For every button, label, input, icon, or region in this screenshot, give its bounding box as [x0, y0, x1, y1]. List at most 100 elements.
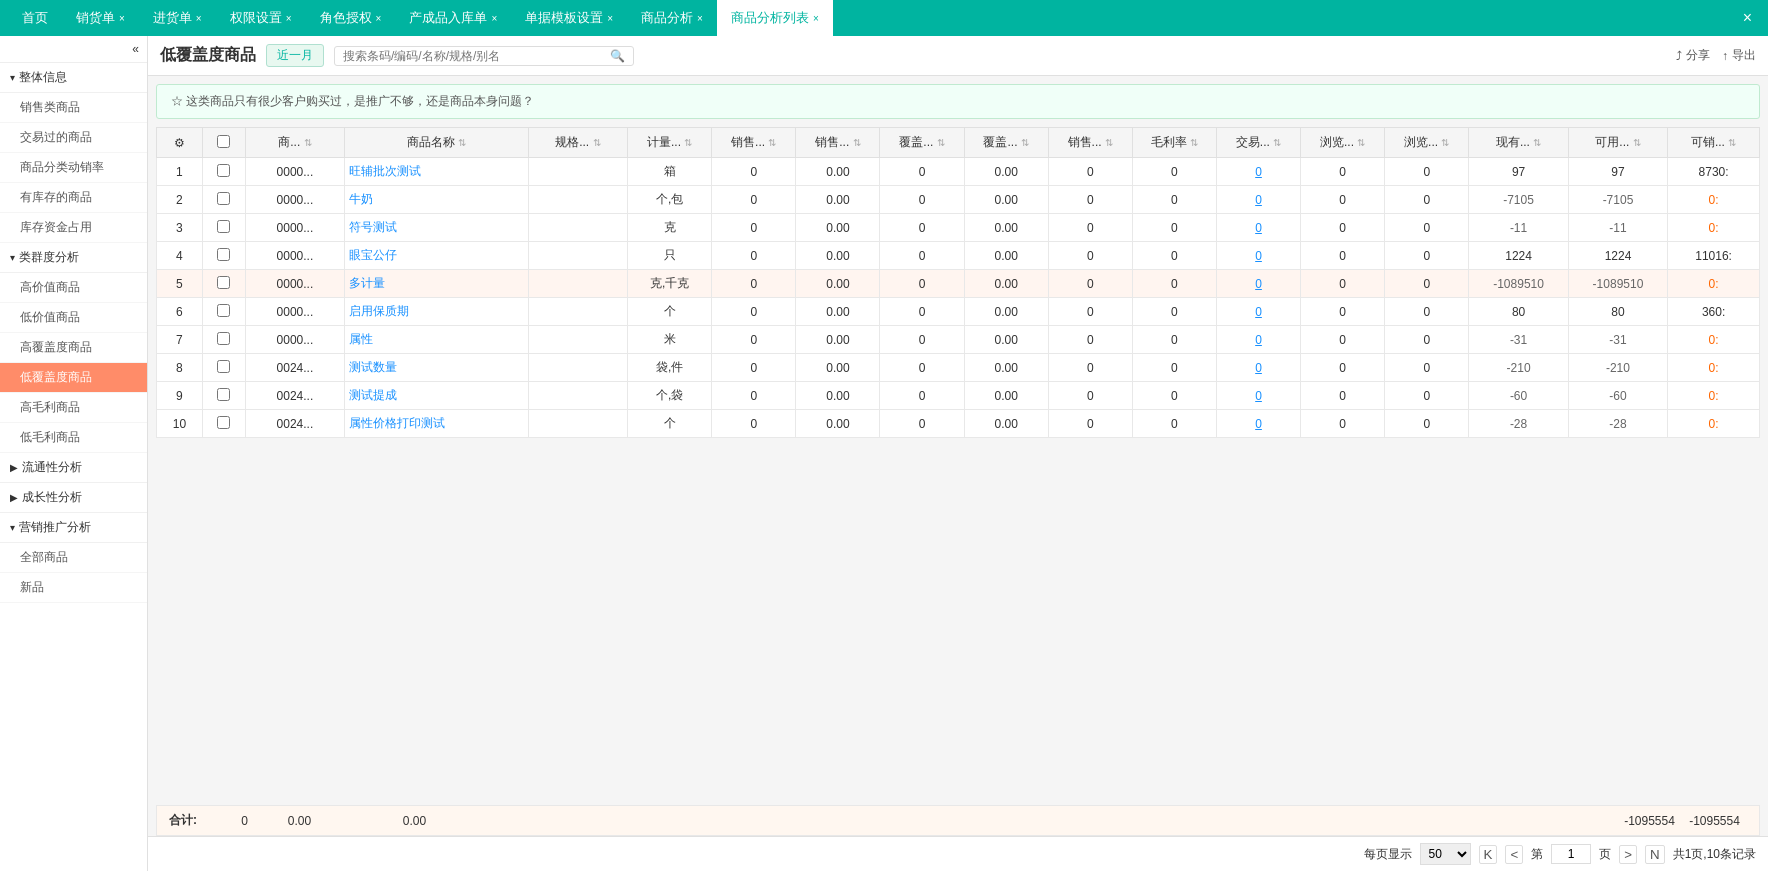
col-gear[interactable]: ⚙ — [157, 128, 203, 158]
nav-purchase-order[interactable]: 进货单 × — [139, 0, 216, 36]
export-button[interactable]: ↑ 导出 — [1722, 47, 1756, 64]
col-browse2[interactable]: 浏览... ⇅ — [1385, 128, 1469, 158]
nav-product-analysis-list[interactable]: 商品分析列表 × — [717, 0, 833, 36]
row-checkbox-cell[interactable] — [202, 158, 245, 186]
nav-role-auth-close[interactable]: × — [376, 13, 382, 24]
row-checkbox[interactable] — [217, 276, 230, 289]
nav-finished-goods[interactable]: 产成品入库单 × — [395, 0, 511, 36]
row-name[interactable]: 属性 — [345, 326, 529, 354]
sidebar-item-sales-goods[interactable]: 销售类商品 — [0, 93, 147, 123]
row-name[interactable]: 启用保质期 — [345, 298, 529, 326]
nav-sales-order[interactable]: 销货单 × — [62, 0, 139, 36]
sidebar-item-high-coverage[interactable]: 高覆盖度商品 — [0, 333, 147, 363]
sidebar-item-stocked-goods[interactable]: 有库存的商品 — [0, 183, 147, 213]
col-name[interactable]: 商品名称 ⇅ — [345, 128, 529, 158]
sidebar-collapse-button[interactable]: « — [0, 36, 147, 63]
row-checkbox[interactable] — [217, 304, 230, 317]
row-checkbox-cell[interactable] — [202, 326, 245, 354]
row-name[interactable]: 牛奶 — [345, 186, 529, 214]
row-name[interactable]: 测试提成 — [345, 382, 529, 410]
page-input[interactable] — [1551, 844, 1591, 864]
col-transaction[interactable]: 交易... ⇅ — [1216, 128, 1300, 158]
row-name[interactable]: 眼宝公仔 — [345, 242, 529, 270]
col-saleable[interactable]: 可销... ⇅ — [1668, 128, 1760, 158]
col-browse1[interactable]: 浏览... ⇅ — [1301, 128, 1385, 158]
row-name[interactable]: 属性价格打印测试 — [345, 410, 529, 438]
sidebar-item-high-profit[interactable]: 高毛利商品 — [0, 393, 147, 423]
nav-permission-settings[interactable]: 权限设置 × — [216, 0, 306, 36]
select-all-checkbox[interactable] — [217, 135, 230, 148]
sidebar-item-traded-goods[interactable]: 交易过的商品 — [0, 123, 147, 153]
next-page-button[interactable]: > — [1619, 845, 1637, 864]
col-gross-margin[interactable]: 毛利率 ⇅ — [1132, 128, 1216, 158]
nav-finished-goods-close[interactable]: × — [491, 13, 497, 24]
sidebar-item-new-goods[interactable]: 新品 — [0, 573, 147, 603]
row-no: 5 — [157, 270, 203, 298]
sidebar-section-overall[interactable]: ▾ 整体信息 — [0, 63, 147, 93]
row-checkbox-cell[interactable] — [202, 214, 245, 242]
sidebar-item-low-value[interactable]: 低价值商品 — [0, 303, 147, 333]
per-page-select[interactable]: 50 20 100 — [1420, 843, 1471, 865]
row-checkbox[interactable] — [217, 192, 230, 205]
row-available-stock: -1089510 — [1568, 270, 1667, 298]
col-spec[interactable]: 规格... ⇅ — [528, 128, 627, 158]
first-page-button[interactable]: K — [1479, 845, 1498, 864]
search-input[interactable] — [343, 49, 610, 63]
row-checkbox[interactable] — [217, 164, 230, 177]
row-checkbox[interactable] — [217, 360, 230, 373]
row-checkbox[interactable] — [217, 416, 230, 429]
row-checkbox-cell[interactable] — [202, 410, 245, 438]
row-checkbox-cell[interactable] — [202, 270, 245, 298]
row-name[interactable]: 多计量 — [345, 270, 529, 298]
sidebar-item-low-coverage[interactable]: 低覆盖度商品 — [0, 363, 147, 393]
sidebar-item-high-value[interactable]: 高价值商品 — [0, 273, 147, 303]
row-checkbox[interactable] — [217, 388, 230, 401]
col-cov1[interactable]: 覆盖... ⇅ — [880, 128, 964, 158]
row-checkbox-cell[interactable] — [202, 354, 245, 382]
sidebar-item-inventory-capital[interactable]: 库存资金占用 — [0, 213, 147, 243]
col-cov2[interactable]: 覆盖... ⇅ — [964, 128, 1048, 158]
col-available-stock[interactable]: 可用... ⇅ — [1568, 128, 1667, 158]
nav-purchase-order-close[interactable]: × — [196, 13, 202, 24]
row-gross: 0 — [1132, 354, 1216, 382]
share-button[interactable]: ⤴ 分享 — [1676, 47, 1710, 64]
sidebar-section-flow-analysis[interactable]: ▶ 流通性分析 — [0, 453, 147, 483]
col-sales-extra[interactable]: 销售... ⇅ — [1048, 128, 1132, 158]
row-checkbox-cell[interactable] — [202, 298, 245, 326]
col-code[interactable]: 商... ⇅ — [245, 128, 344, 158]
nav-product-analysis-close[interactable]: × — [697, 13, 703, 24]
sidebar-section-marketing-analysis[interactable]: ▾ 营销推广分析 — [0, 513, 147, 543]
nav-template-settings-close[interactable]: × — [607, 13, 613, 24]
row-name[interactable]: 测试数量 — [345, 354, 529, 382]
row-checkbox[interactable] — [217, 248, 230, 261]
nav-role-auth[interactable]: 角色授权 × — [306, 0, 396, 36]
row-name[interactable]: 旺辅批次测试 — [345, 158, 529, 186]
row-checkbox[interactable] — [217, 220, 230, 233]
main-layout: « ▾ 整体信息 销售类商品 交易过的商品 商品分类动销率 有库存的商品 库存资… — [0, 36, 1768, 871]
row-checkbox-cell[interactable] — [202, 186, 245, 214]
prev-page-button[interactable]: < — [1505, 845, 1523, 864]
col-unit[interactable]: 计量... ⇅ — [628, 128, 712, 158]
last-page-button[interactable]: N — [1645, 845, 1665, 864]
sidebar-item-low-profit[interactable]: 低毛利商品 — [0, 423, 147, 453]
nav-product-analysis[interactable]: 商品分析 × — [627, 0, 717, 36]
nav-product-analysis-list-close[interactable]: × — [813, 13, 819, 24]
nav-permission-settings-close[interactable]: × — [286, 13, 292, 24]
row-checkbox-cell[interactable] — [202, 382, 245, 410]
nav-template-settings[interactable]: 单据模板设置 × — [511, 0, 627, 36]
row-cov2: 0.00 — [964, 270, 1048, 298]
row-checkbox-cell[interactable] — [202, 242, 245, 270]
sidebar-item-category-rate[interactable]: 商品分类动销率 — [0, 153, 147, 183]
sidebar-section-growth-analysis[interactable]: ▶ 成长性分析 — [0, 483, 147, 513]
nav-home[interactable]: 首页 — [8, 0, 62, 36]
nav-sales-order-close[interactable]: × — [119, 13, 125, 24]
row-name[interactable]: 符号测试 — [345, 214, 529, 242]
sidebar-section-group-analysis[interactable]: ▾ 类群度分析 — [0, 243, 147, 273]
row-checkbox[interactable] — [217, 332, 230, 345]
col-sales-qty[interactable]: 销售... ⇅ — [712, 128, 796, 158]
col-sales-amt[interactable]: 销售... ⇅ — [796, 128, 880, 158]
sidebar-item-all-goods[interactable]: 全部商品 — [0, 543, 147, 573]
window-close-button[interactable]: × — [1735, 9, 1760, 27]
filter-recent-month-button[interactable]: 近一月 — [266, 44, 324, 67]
col-current-stock[interactable]: 现有... ⇅ — [1469, 128, 1568, 158]
